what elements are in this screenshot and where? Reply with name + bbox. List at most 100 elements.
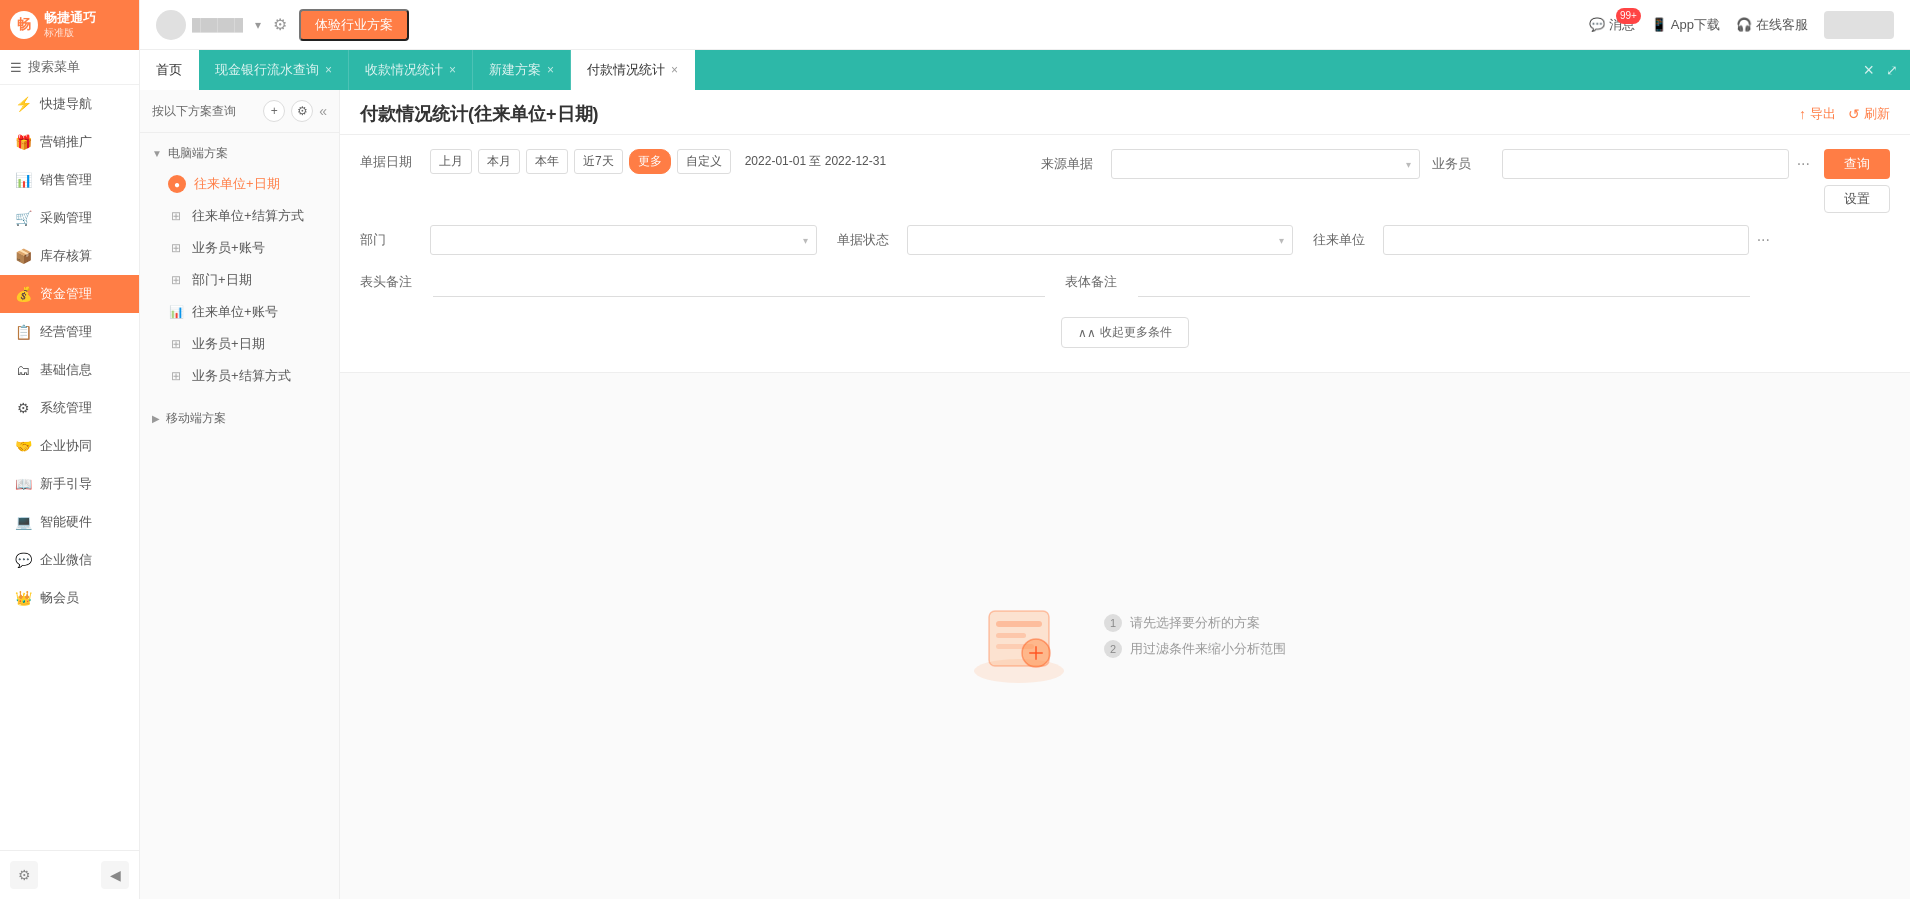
- partner-ellipsis[interactable]: ···: [1757, 231, 1770, 249]
- dept-label: 部门: [360, 231, 430, 249]
- empty-tips: 1 请先选择要分析的方案 2 用过滤条件来缩小分析范围: [1104, 614, 1286, 658]
- query-btn[interactable]: 查询: [1824, 149, 1890, 179]
- tab-home[interactable]: 首页: [140, 50, 199, 90]
- brand-text: 畅捷通巧 标准版: [44, 10, 96, 40]
- quick-nav-icon: ⚡: [14, 95, 32, 113]
- scheme-item-unit-date-icon: ●: [168, 175, 186, 193]
- trial-btn[interactable]: 体验行业方案: [299, 9, 409, 41]
- scheme-item-unit-account[interactable]: 📊 往来单位+账号: [140, 296, 339, 328]
- date-btn-7days[interactable]: 近7天: [574, 149, 623, 174]
- brand-icon: 畅: [10, 11, 38, 39]
- sidebar-item-label: 智能硬件: [40, 513, 92, 531]
- topbar-actions: 💬 消息 99+ 📱 App下载 🎧 在线客服: [1589, 11, 1894, 39]
- system-icon: ⚙: [14, 399, 32, 417]
- voucher-status-select[interactable]: ▾: [907, 225, 1294, 255]
- sidebar-footer: ⚙ ◀: [0, 850, 139, 899]
- refresh-btn[interactable]: ↺ 刷新: [1848, 105, 1890, 123]
- scheme-item-dept-date[interactable]: ⊞ 部门+日期: [140, 264, 339, 296]
- dept-select[interactable]: ▾: [430, 225, 817, 255]
- date-btn-this-month[interactable]: 本月: [478, 149, 520, 174]
- scheme-group-mobile-header[interactable]: ▶ 移动端方案: [140, 404, 339, 433]
- sidebar-item-marketing[interactable]: 🎁 营销推广: [0, 123, 139, 161]
- tabbar-close-icon[interactable]: ×: [1863, 60, 1874, 81]
- export-btn[interactable]: ↑ 导出: [1799, 105, 1836, 123]
- voucher-status-label: 单据状态: [837, 231, 907, 249]
- collapse-btn[interactable]: ∧∧ 收起更多条件: [1061, 317, 1189, 348]
- scheme-item-staff-settle[interactable]: ⊞ 业务员+结算方式: [140, 360, 339, 392]
- sidebar-item-wechat[interactable]: 💬 企业微信: [0, 541, 139, 579]
- sidebar-item-purchase[interactable]: 🛒 采购管理: [0, 199, 139, 237]
- scheme-add-btn[interactable]: +: [263, 100, 285, 122]
- scheme-group-pc-header[interactable]: ▼ 电脑端方案: [140, 139, 339, 168]
- sidebar-item-cooperation[interactable]: 🤝 企业协同: [0, 427, 139, 465]
- marketing-icon: 🎁: [14, 133, 32, 151]
- date-btn-this-year[interactable]: 本年: [526, 149, 568, 174]
- sidebar-item-capital[interactable]: 💰 资金管理: [0, 275, 139, 313]
- settings-btn[interactable]: 设置: [1824, 185, 1890, 213]
- sidebar-item-label: 资金管理: [40, 285, 92, 303]
- app-download-label: App下载: [1671, 16, 1720, 34]
- scheme-item-dept-date-label: 部门+日期: [192, 271, 252, 289]
- sidebar-item-operations[interactable]: 📋 经营管理: [0, 313, 139, 351]
- scheme-settings-btn[interactable]: ⚙: [291, 100, 313, 122]
- sidebar-settings-btn[interactable]: ⚙: [10, 861, 38, 889]
- tab-receipt-stats-close[interactable]: ×: [449, 63, 456, 77]
- sidebar-item-guide[interactable]: 📖 新手引导: [0, 465, 139, 503]
- salesperson-ellipsis[interactable]: ···: [1797, 155, 1810, 173]
- header-memo-input[interactable]: [433, 267, 1045, 297]
- scheme-group-mobile-arrow: ▶: [152, 413, 160, 424]
- salesperson-select[interactable]: [1502, 149, 1789, 179]
- tab-payment-stats[interactable]: 付款情况统计 ×: [571, 50, 695, 90]
- tab-cash-bank-label: 现金银行流水查询: [215, 61, 319, 79]
- scheme-item-unit-date[interactable]: ● 往来单位+日期: [140, 168, 339, 200]
- date-btn-custom[interactable]: 自定义: [677, 149, 731, 174]
- message-action[interactable]: 💬 消息 99+: [1589, 16, 1635, 34]
- search-menu[interactable]: ☰ 搜索菜单: [0, 50, 139, 85]
- guide-icon: 📖: [14, 475, 32, 493]
- tab-receipt-stats[interactable]: 收款情况统计 ×: [349, 50, 473, 90]
- scheme-panel: 按以下方案查询 + ⚙ « ▼ 电脑端方案 ● 往来单位+日期 ⊞: [140, 90, 340, 899]
- topbar-user[interactable]: ██████: [156, 10, 243, 40]
- sidebar-collapse-btn[interactable]: ◀: [101, 861, 129, 889]
- scheme-item-unit-settle[interactable]: ⊞ 往来单位+结算方式: [140, 200, 339, 232]
- tabbar-expand-icon[interactable]: ⤢: [1886, 62, 1898, 78]
- filter-area: 单据日期 上月 本月 本年 近7天 更多 自定义 2022-01-01 至 20…: [340, 135, 1910, 373]
- scheme-group-mobile-title: 移动端方案: [166, 410, 226, 427]
- sidebar-item-sales[interactable]: 📊 销售管理: [0, 161, 139, 199]
- tip-1-text: 请先选择要分析的方案: [1130, 614, 1260, 632]
- topbar-user-right[interactable]: [1824, 11, 1894, 39]
- sidebar-item-inventory[interactable]: 📦 库存核算: [0, 237, 139, 275]
- sidebar-item-system[interactable]: ⚙ 系统管理: [0, 389, 139, 427]
- body-memo-label: 表体备注: [1065, 273, 1130, 291]
- online-service-action[interactable]: 🎧 在线客服: [1736, 16, 1808, 34]
- source-select[interactable]: ▾: [1111, 149, 1419, 179]
- sidebar-item-label: 企业微信: [40, 551, 92, 569]
- tip-num-2: 2: [1104, 640, 1122, 658]
- scheme-panel-collapse-btn[interactable]: «: [319, 103, 327, 119]
- sidebar-item-member[interactable]: 👑 畅会员: [0, 579, 139, 617]
- sidebar-item-quick-nav[interactable]: ⚡ 快捷导航: [0, 85, 139, 123]
- scheme-item-staff-date[interactable]: ⊞ 业务员+日期: [140, 328, 339, 360]
- date-label: 单据日期: [360, 153, 430, 171]
- date-btn-more[interactable]: 更多: [629, 149, 671, 174]
- tab-new-scheme-close[interactable]: ×: [547, 63, 554, 77]
- tab-cash-bank-close[interactable]: ×: [325, 63, 332, 77]
- app-download-action[interactable]: 📱 App下载: [1651, 16, 1720, 34]
- tab-new-scheme[interactable]: 新建方案 ×: [473, 50, 571, 90]
- partner-select[interactable]: [1383, 225, 1748, 255]
- topbar-dropdown-icon[interactable]: ▾: [255, 18, 261, 32]
- tab-home-label: 首页: [156, 61, 182, 79]
- scheme-group-pc: ▼ 电脑端方案 ● 往来单位+日期 ⊞ 往来单位+结算方式 ⊞ 业务员+账号 ⊞: [140, 133, 339, 398]
- body-memo-input[interactable]: [1138, 267, 1750, 297]
- scheme-panel-header: 按以下方案查询 + ⚙ «: [140, 90, 339, 133]
- tab-cash-bank[interactable]: 现金银行流水查询 ×: [199, 50, 349, 90]
- scheme-panel-title: 按以下方案查询: [152, 103, 236, 120]
- tab-payment-stats-close[interactable]: ×: [671, 63, 678, 77]
- topbar-settings-icon[interactable]: ⚙: [273, 15, 287, 34]
- export-label: 导出: [1810, 105, 1836, 123]
- sidebar-item-hardware[interactable]: 💻 智能硬件: [0, 503, 139, 541]
- date-range-value[interactable]: 2022-01-01 至 2022-12-31: [745, 153, 886, 170]
- sidebar-item-basic-info[interactable]: 🗂 基础信息: [0, 351, 139, 389]
- date-btn-last-month[interactable]: 上月: [430, 149, 472, 174]
- scheme-item-staff-account[interactable]: ⊞ 业务员+账号: [140, 232, 339, 264]
